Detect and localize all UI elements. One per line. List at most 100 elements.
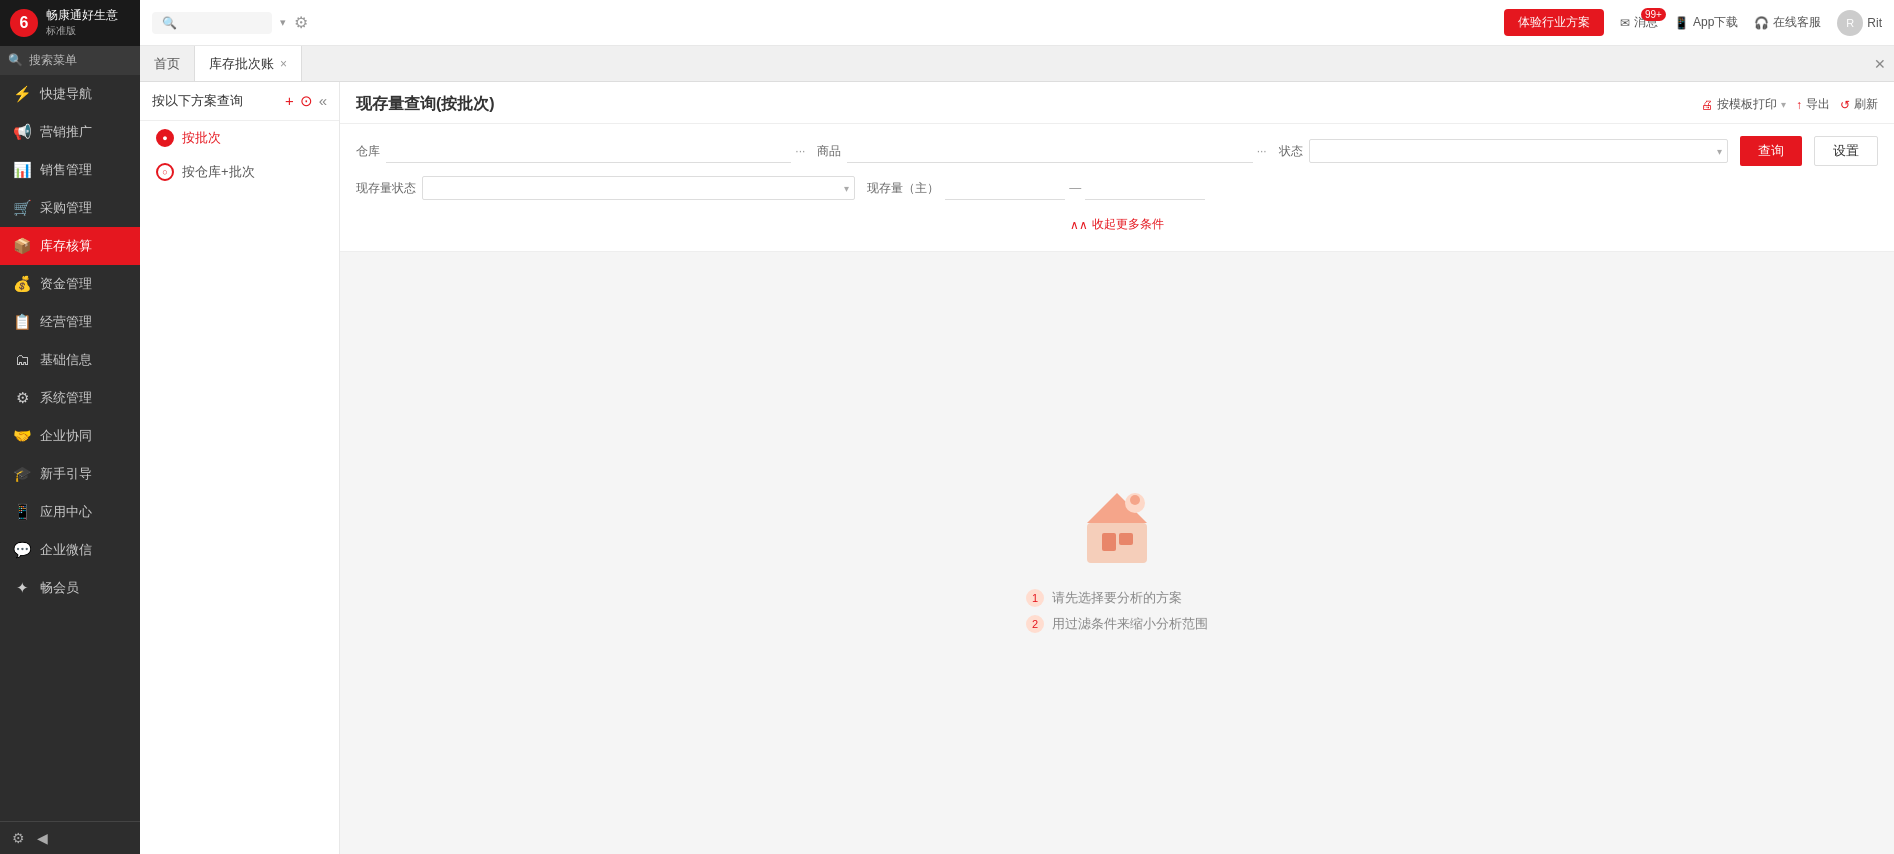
sidebar-label-finance: 资金管理: [40, 275, 92, 293]
sidebar-item-basics[interactable]: 🗂 基础信息: [0, 341, 140, 379]
sidebar-item-marketing[interactable]: 📢 营销推广: [0, 113, 140, 151]
sidebar-label-newbie: 新手引导: [40, 465, 92, 483]
add-scheme-icon[interactable]: +: [285, 92, 294, 110]
export-btn[interactable]: ↑ 导出: [1796, 96, 1830, 113]
user-area[interactable]: R Rit: [1837, 10, 1882, 36]
sales-icon: 📊: [12, 161, 32, 179]
export-icon: ↑: [1796, 98, 1802, 112]
sidebar-item-sales[interactable]: 📊 销售管理: [0, 151, 140, 189]
filter-inventory-status: 现存量状态: [356, 176, 855, 200]
empty-state: 1 请先选择要分析的方案 2 用过滤条件来缩小分析范围: [340, 252, 1894, 854]
search-menu-label: 搜索菜单: [29, 52, 77, 69]
svg-rect-0: [1087, 523, 1147, 563]
inventory-qty-dash: —: [1065, 181, 1085, 195]
sidebar-label-marketing: 营销推广: [40, 123, 92, 141]
refresh-btn[interactable]: ↺ 刷新: [1840, 96, 1878, 113]
sidebar-label-quicknav: 快捷导航: [40, 85, 92, 103]
print-dropdown-icon[interactable]: ▾: [1781, 99, 1786, 110]
online-service-btn[interactable]: 🎧 在线客服: [1754, 14, 1821, 31]
settings-btn[interactable]: 设置: [1814, 136, 1878, 166]
scheme-settings-icon[interactable]: ⊙: [300, 92, 313, 110]
topbar-settings-icon[interactable]: ⚙: [294, 13, 308, 32]
page-title: 现存量查询(按批次): [356, 94, 495, 115]
print-label: 按模板打印: [1717, 96, 1777, 113]
scheme-label-warehouse-batch: 按仓库+批次: [182, 163, 255, 181]
filter-inventory-qty: 现存量（主） —: [867, 177, 1366, 200]
app-name: 畅康通好生意: [46, 8, 118, 24]
chevron-up-icon: ∧∧: [1070, 218, 1088, 232]
filter-warehouse: 仓库 ···: [356, 140, 805, 163]
product-more[interactable]: ···: [1257, 144, 1267, 158]
product-input[interactable]: [847, 140, 1252, 163]
main-wrap: 🔍 ▾ ⚙ 体验行业方案 ✉ 消息 99+ 📱 App下载 🎧 在线客服 R R…: [140, 0, 1894, 854]
sidebar-label-system: 系统管理: [40, 389, 92, 407]
left-panel: 按以下方案查询 + ⊙ « ● 按批次 ○ 按仓库+批次: [140, 82, 340, 854]
tab-inventory-batch[interactable]: 库存批次账 ×: [195, 46, 302, 81]
tabs-bar: 首页 库存批次账 × ✕: [140, 46, 1894, 82]
filter-row-1: 仓库 ··· 商品 ··· 状态: [356, 136, 1878, 166]
sidebar-search[interactable]: 🔍 搜索菜单: [0, 46, 140, 75]
refresh-icon: ↺: [1840, 98, 1850, 112]
filter-area: 仓库 ··· 商品 ··· 状态: [340, 124, 1894, 252]
message-btn[interactable]: ✉ 消息 99+: [1620, 14, 1658, 31]
topbar-dropdown-icon[interactable]: ▾: [280, 16, 286, 29]
sidebar-label-wechat: 企业微信: [40, 541, 92, 559]
sidebar-item-inventory[interactable]: 📦 库存核算: [0, 227, 140, 265]
sidebar-label-operations: 经营管理: [40, 313, 92, 331]
print-template-btn[interactable]: 🖨 按模板打印 ▾: [1701, 96, 1786, 113]
sidebar-item-wechat[interactable]: 💬 企业微信: [0, 531, 140, 569]
sidebar-item-purchase[interactable]: 🛒 采购管理: [0, 189, 140, 227]
right-content: 现存量查询(按批次) 🖨 按模板打印 ▾ ↑ 导出 ↺ 刷新: [340, 82, 1894, 854]
sidebar-item-quicknav[interactable]: ⚡ 快捷导航: [0, 75, 140, 113]
app-download-label: App下载: [1693, 14, 1738, 31]
warehouse-more[interactable]: ···: [795, 144, 805, 158]
topbar-search-box[interactable]: 🔍: [152, 12, 272, 34]
query-btn[interactable]: 查询: [1740, 136, 1802, 166]
inventory-status-select-wrap: [422, 176, 855, 200]
sidebar-item-system[interactable]: ⚙ 系统管理: [0, 379, 140, 417]
sidebar-footer-icons: ⚙ ◀: [12, 830, 48, 846]
inventory-icon: 📦: [12, 237, 32, 255]
warehouse-input[interactable]: [386, 140, 791, 163]
app-logo: 6: [10, 9, 38, 37]
sidebar-item-newbie[interactable]: 🎓 新手引导: [0, 455, 140, 493]
collab-icon: 🤝: [12, 427, 32, 445]
export-label: 导出: [1806, 96, 1830, 113]
inventory-qty-from[interactable]: [945, 177, 1065, 200]
inventory-status-label: 现存量状态: [356, 180, 416, 197]
sidebar-item-finance[interactable]: 💰 资金管理: [0, 265, 140, 303]
tab-home[interactable]: 首页: [140, 46, 195, 81]
operations-icon: 📋: [12, 313, 32, 331]
newbie-icon: 🎓: [12, 465, 32, 483]
svg-rect-3: [1119, 533, 1133, 545]
sidebar-label-apps: 应用中心: [40, 503, 92, 521]
system-icon: ⚙: [12, 389, 32, 407]
trial-btn[interactable]: 体验行业方案: [1504, 9, 1604, 36]
sidebar-item-collab[interactable]: 🤝 企业协同: [0, 417, 140, 455]
sidebar-item-operations[interactable]: 📋 经营管理: [0, 303, 140, 341]
collapse-row[interactable]: ∧∧ 收起更多条件: [356, 210, 1878, 239]
footer-collapse-icon[interactable]: ◀: [37, 830, 48, 846]
sidebar-label-inventory: 库存核算: [40, 237, 92, 255]
tab-close-icon[interactable]: ×: [280, 57, 287, 71]
empty-illustration: [1067, 473, 1167, 573]
inventory-qty-label: 现存量（主）: [867, 180, 939, 197]
sidebar-label-sales: 销售管理: [40, 161, 92, 179]
tabs-right: ✕: [1874, 56, 1894, 72]
scheme-item-batch[interactable]: ● 按批次: [140, 121, 339, 155]
sidebar-item-member[interactable]: ✦ 畅会员: [0, 569, 140, 607]
page-title-actions: 🖨 按模板打印 ▾ ↑ 导出 ↺ 刷新: [1701, 96, 1878, 113]
scheme-icon-warehouse-batch: ○: [156, 163, 174, 181]
app-download-btn[interactable]: 📱 App下载: [1674, 14, 1738, 31]
sidebar-item-apps[interactable]: 📱 应用中心: [0, 493, 140, 531]
inventory-qty-to[interactable]: [1085, 177, 1205, 200]
collapse-panel-icon[interactable]: «: [319, 92, 327, 110]
refresh-label: 刷新: [1854, 96, 1878, 113]
tabs-close-all-icon[interactable]: ✕: [1874, 56, 1886, 72]
inventory-status-select[interactable]: [422, 176, 855, 200]
svg-point-5: [1130, 495, 1140, 505]
footer-settings-icon[interactable]: ⚙: [12, 830, 25, 846]
status-select[interactable]: [1309, 139, 1728, 163]
scheme-icon-batch: ●: [156, 129, 174, 147]
scheme-item-warehouse-batch[interactable]: ○ 按仓库+批次: [140, 155, 339, 189]
